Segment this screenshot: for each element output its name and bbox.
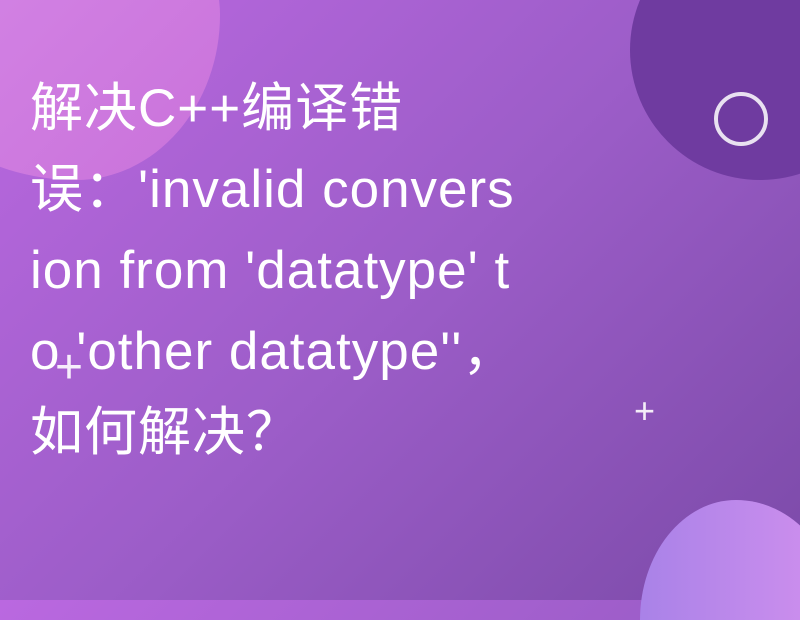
- background-blob-upper-right: [630, 0, 800, 180]
- plus-decoration-right-icon: +: [634, 390, 655, 432]
- background-blob-bottom-right: [640, 500, 800, 620]
- article-title: 解决C++编译错误：'invalid conversion from 'data…: [30, 68, 520, 473]
- circle-decoration-icon: [714, 92, 768, 146]
